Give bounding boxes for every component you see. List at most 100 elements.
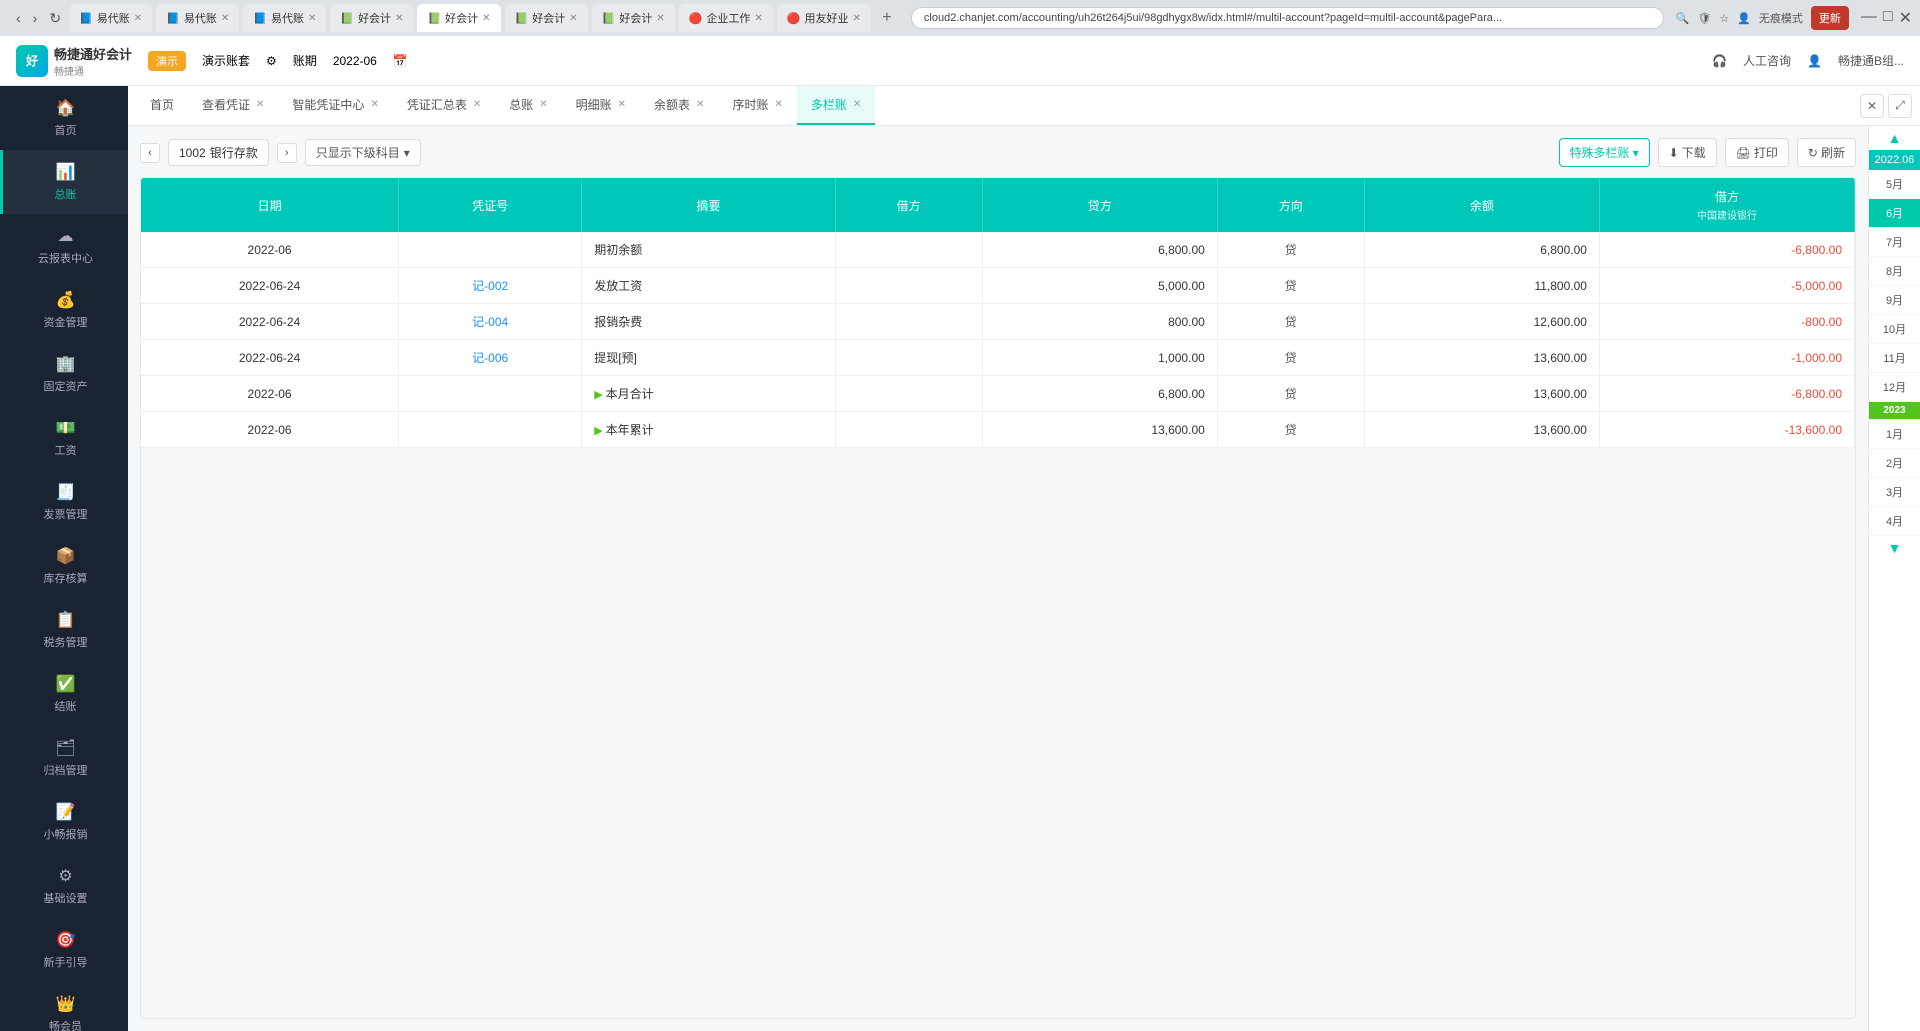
extension-icon[interactable]: 🛡 xyxy=(1697,12,1711,25)
cell-voucher[interactable]: 记-006 xyxy=(399,340,582,376)
cell-voucher[interactable]: 记-002 xyxy=(399,268,582,304)
back-btn[interactable]: ‹ xyxy=(12,8,25,28)
cal-month-2-2023[interactable]: 2月 xyxy=(1869,449,1920,478)
page-tab-balance[interactable]: 余额表 ✕ xyxy=(640,86,718,125)
sidebar-item-expense[interactable]: 📝 小畅报销 xyxy=(0,790,128,854)
cal-month-4-2023[interactable]: 4月 xyxy=(1869,507,1920,536)
multi-col-btn[interactable]: 特殊多栏账 ▾ xyxy=(1559,138,1650,167)
tab-icon: 📗 xyxy=(602,12,616,25)
voucher-link[interactable]: 记-002 xyxy=(472,279,508,293)
browser-tab-8[interactable]: 🔴 企业工作 ✕ xyxy=(679,4,773,32)
page-tab-home[interactable]: 首页 xyxy=(136,86,188,125)
page-tab-multi[interactable]: 多栏账 ✕ xyxy=(797,86,875,125)
page-tab-general[interactable]: 总账 ✕ xyxy=(495,86,561,125)
page-tab-smart[interactable]: 智能凭证中心 ✕ xyxy=(278,86,392,125)
browser-tab-1[interactable]: 📘 易代账 ✕ xyxy=(69,4,152,32)
cal-month-10[interactable]: 10月 xyxy=(1869,315,1920,344)
tab-close-4[interactable]: ✕ xyxy=(395,13,403,24)
cal-month-1-2023[interactable]: 1月 xyxy=(1869,420,1920,449)
sidebar-item-settings[interactable]: ⚙ 基础设置 xyxy=(0,854,128,918)
sidebar-item-archive[interactable]: 🗂 归档管理 xyxy=(0,726,128,790)
tab-close-6[interactable]: ✕ xyxy=(569,13,577,24)
tab-close-3[interactable]: ✕ xyxy=(308,13,316,24)
maximize-button[interactable]: □ xyxy=(1883,8,1893,28)
page-tab-multi-close[interactable]: ✕ xyxy=(853,99,861,110)
sidebar-item-inventory[interactable]: 📦 库存核算 xyxy=(0,534,128,598)
browser-tab-2[interactable]: 📘 易代账 ✕ xyxy=(156,4,239,32)
new-tab-button[interactable]: + xyxy=(875,6,899,30)
period-label: 账期 xyxy=(293,52,317,69)
download-btn[interactable]: ⬇ 下载 xyxy=(1658,138,1717,167)
page-tab-balance-close[interactable]: ✕ xyxy=(696,99,704,110)
sidebar-item-tax[interactable]: 📋 税务管理 xyxy=(0,598,128,662)
consult-label[interactable]: 人工咨询 xyxy=(1743,52,1791,69)
cal-month-6[interactable]: 6月 xyxy=(1869,199,1920,228)
bookmark-icon[interactable]: ☆ xyxy=(1719,12,1729,25)
sidebar-item-invoice[interactable]: 🧾 发票管理 xyxy=(0,470,128,534)
sidebar-item-ledger[interactable]: 📊 总账 xyxy=(0,150,128,214)
filter-selector[interactable]: 只显示下级科目 ▾ xyxy=(305,139,421,166)
browser-tab-6[interactable]: 📗 好会计 ✕ xyxy=(505,4,588,32)
tab-close-1[interactable]: ✕ xyxy=(134,13,142,24)
browser-tab-4[interactable]: 📗 好会计 ✕ xyxy=(330,4,413,32)
cal-month-8[interactable]: 8月 xyxy=(1869,257,1920,286)
page-tab-smart-close[interactable]: ✕ xyxy=(370,99,378,110)
cal-month-5[interactable]: 5月 xyxy=(1869,170,1920,199)
page-tab-sequence-close[interactable]: ✕ xyxy=(774,99,782,110)
page-tab-vouchers-close[interactable]: ✕ xyxy=(256,99,264,110)
tab-close-9[interactable]: ✕ xyxy=(853,13,861,24)
cal-month-3-2023[interactable]: 3月 xyxy=(1869,478,1920,507)
sidebar-item-salary[interactable]: 💵 工资 xyxy=(0,406,128,470)
page-tab-detail[interactable]: 明细账 ✕ xyxy=(562,86,640,125)
tab-close-5[interactable]: ✕ xyxy=(482,13,490,24)
page-tab-vouchers[interactable]: 查看凭证 ✕ xyxy=(188,86,278,125)
page-tab-general-close[interactable]: ✕ xyxy=(539,99,547,110)
minimize-button[interactable]: — xyxy=(1861,8,1877,28)
profile-icon[interactable]: 👤 xyxy=(1737,12,1751,25)
browser-tab-9[interactable]: 🔴 用友好业 ✕ xyxy=(777,4,871,32)
tab-close-8[interactable]: ✕ xyxy=(754,13,762,24)
address-bar[interactable]: cloud2.chanjet.com/accounting/uh26t264j5… xyxy=(911,7,1664,29)
cal-month-11[interactable]: 11月 xyxy=(1869,344,1920,373)
voucher-link[interactable]: 记-006 xyxy=(472,351,508,365)
sidebar-item-assets[interactable]: 🏢 固定资产 xyxy=(0,342,128,406)
forward-btn[interactable]: › xyxy=(29,8,42,28)
refresh-btn[interactable]: ↻ 刷新 xyxy=(1797,138,1856,167)
page-tab-summary[interactable]: 凭证汇总表 ✕ xyxy=(393,86,495,125)
close-button[interactable]: ✕ xyxy=(1899,8,1912,28)
browser-tab-5[interactable]: 📗 好会计 ✕ xyxy=(417,4,500,32)
search-icon[interactable]: 🔍 xyxy=(1676,12,1690,25)
period-value[interactable]: 2022-06 xyxy=(333,54,377,68)
voucher-link[interactable]: 记-004 xyxy=(472,315,508,329)
page-tab-summary-close[interactable]: ✕ xyxy=(473,99,481,110)
prev-account-btn[interactable]: ‹ xyxy=(140,143,160,163)
tab-close-7[interactable]: ✕ xyxy=(656,13,664,24)
tab-close-2[interactable]: ✕ xyxy=(221,13,229,24)
settings-icon[interactable]: ⚙ xyxy=(266,54,277,68)
cell-voucher[interactable]: 记-004 xyxy=(399,304,582,340)
sidebar-item-vip[interactable]: 👑 畅会员 xyxy=(0,982,128,1031)
page-tab-detail-close[interactable]: ✕ xyxy=(618,99,626,110)
sidebar-item-guide[interactable]: 🎯 新手引导 xyxy=(0,918,128,982)
cal-down-btn[interactable]: ▼ xyxy=(1869,536,1920,560)
sidebar-item-home[interactable]: 🏠 首页 xyxy=(0,86,128,150)
sidebar-item-close[interactable]: ✅ 结账 xyxy=(0,662,128,726)
collapse-tab-btn[interactable]: ✕ xyxy=(1860,94,1884,118)
browser-tab-3[interactable]: 📘 易代账 ✕ xyxy=(243,4,326,32)
page-tab-sequence[interactable]: 序时账 ✕ xyxy=(718,86,796,125)
table-row: 2022-06 期初余额 6,800.00 贷 6,800.00 -6,800.… xyxy=(141,232,1855,268)
expand-tab-btn[interactable]: ⤢ xyxy=(1888,94,1912,118)
browser-tab-7[interactable]: 📗 好会计 ✕ xyxy=(592,4,675,32)
update-button[interactable]: 更新 xyxy=(1811,6,1849,30)
sidebar-item-reports[interactable]: ☁ 云报表中心 xyxy=(0,214,128,278)
next-account-btn[interactable]: › xyxy=(277,143,297,163)
cal-month-7[interactable]: 7月 xyxy=(1869,228,1920,257)
reload-btn[interactable]: ↻ xyxy=(45,8,65,29)
calendar-icon[interactable]: 📅 xyxy=(393,54,408,68)
cal-up-btn[interactable]: ▲ xyxy=(1869,126,1920,150)
print-btn[interactable]: 🖨 打印 xyxy=(1725,138,1789,167)
cal-month-9[interactable]: 9月 xyxy=(1869,286,1920,315)
account-selector[interactable]: 1002 银行存款 xyxy=(168,139,269,166)
sidebar-item-funds[interactable]: 💰 资金管理 xyxy=(0,278,128,342)
cal-month-12[interactable]: 12月 xyxy=(1869,373,1920,402)
